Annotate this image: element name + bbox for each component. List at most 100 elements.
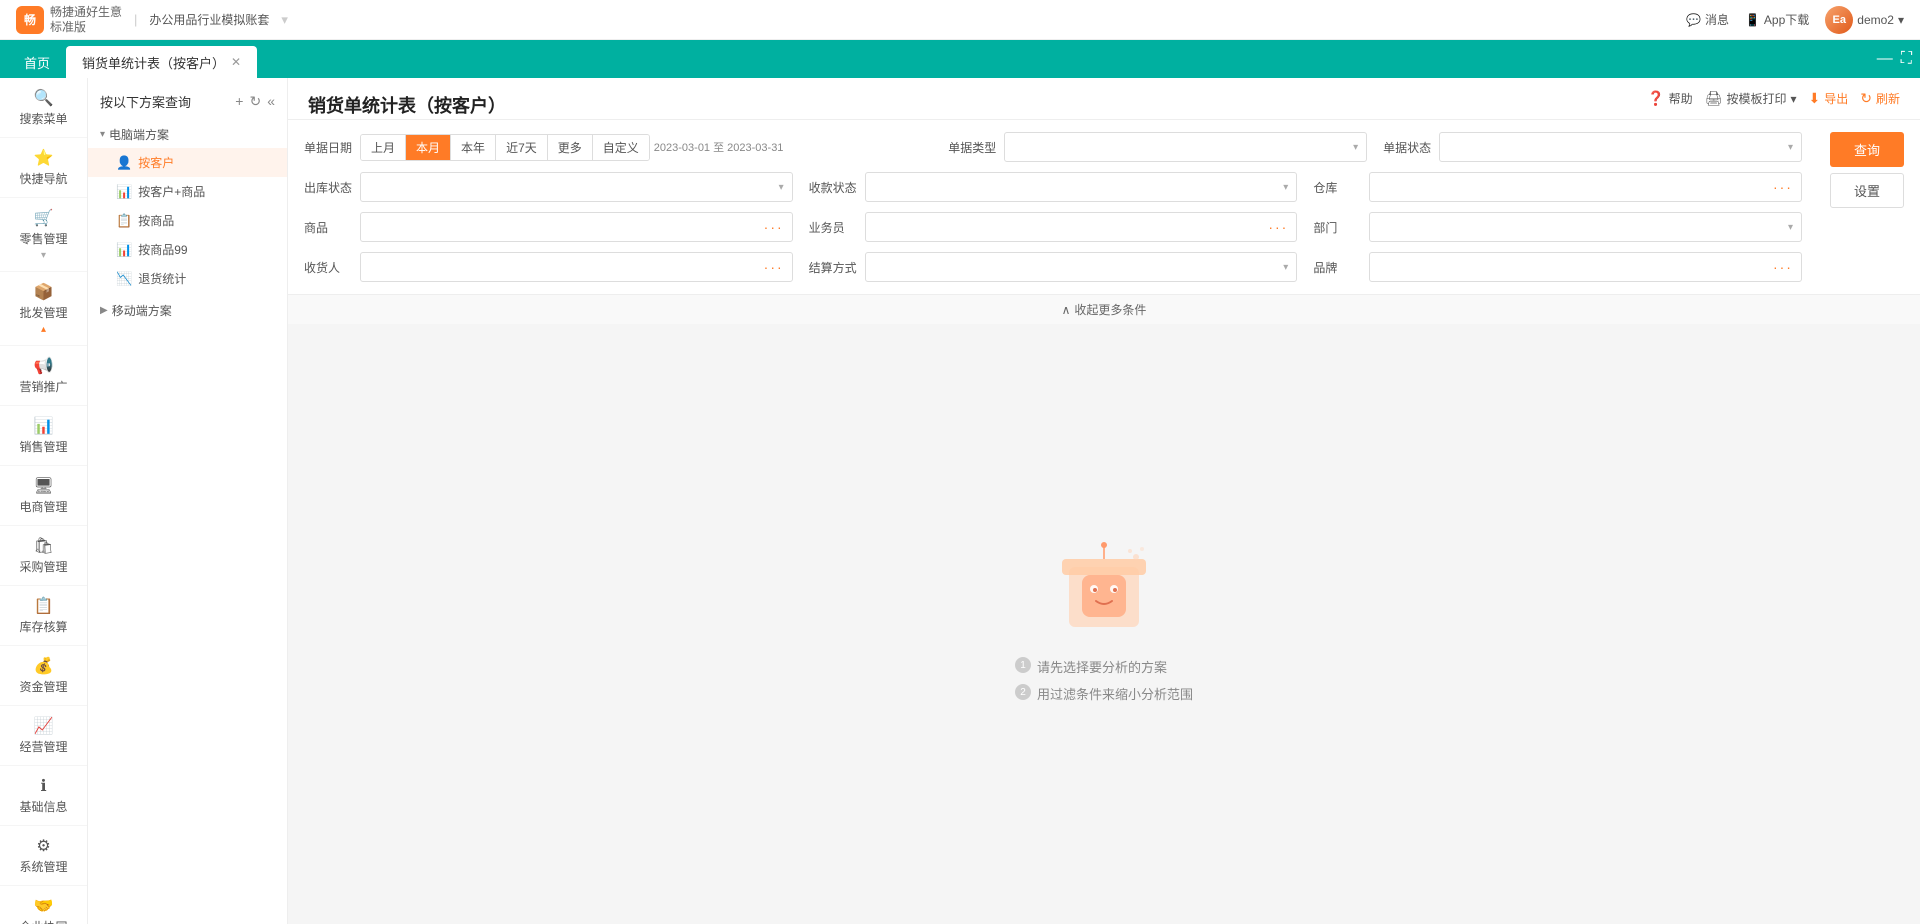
date-filter-field: 单据日期 上月 本月 本年 近7天 更多 自定义 20 [304, 134, 932, 161]
messages-btn[interactable]: 💬 消息 [1686, 11, 1729, 28]
sidebar-item-purchase[interactable]: 🛍 采购管理 [0, 526, 87, 586]
collapse-panel-btn[interactable]: « [267, 93, 275, 110]
out-status-label: 出库状态 [304, 179, 352, 196]
dept-field: 部门 ▾ [1313, 212, 1802, 242]
group-arrow-icon: ▾ [100, 129, 105, 140]
mobile-scheme-group: ▶ 移动端方案 [88, 297, 287, 324]
by-goods-label: 按商品 [138, 212, 174, 229]
mobile-group-title[interactable]: ▶ 移动端方案 [88, 297, 287, 324]
settlement-select[interactable]: ▾ [865, 252, 1298, 282]
warehouse-label: 仓库 [1313, 179, 1361, 196]
date-last-7-days-btn[interactable]: 近7天 [496, 135, 548, 160]
doc-type-select[interactable]: ▾ [1004, 132, 1367, 162]
add-scheme-btn[interactable]: + [235, 93, 243, 110]
user-profile-btn[interactable]: Ea demo2 ▾ [1825, 6, 1904, 34]
by-customer-goods-label: 按客户+商品 [138, 183, 205, 200]
dropdown-icon[interactable]: ▾ [281, 12, 288, 28]
dept-select[interactable]: ▾ [1369, 212, 1802, 242]
doc-status-select[interactable]: ▾ [1439, 132, 1802, 162]
sidebar-item-ecom[interactable]: 🖥 电商管理 [0, 466, 87, 526]
date-custom-btn[interactable]: 自定义 [593, 135, 649, 160]
sidebar: 🔍 搜索菜单 ⭐ 快捷导航 🛒 零售管理 ▾ 📦 批发管理 ▴ 📢 营销推广 📊… [0, 78, 88, 924]
desktop-group-title[interactable]: ▾ 电脑端方案 [88, 121, 287, 148]
scheme-refund[interactable]: 📉 退货统计 [88, 264, 287, 293]
scheme-by-goods-99[interactable]: 📊 按商品99 [88, 235, 287, 264]
template-print-btn[interactable]: 🖨 按模板打印 ▾ [1705, 90, 1797, 107]
sidebar-item-wholesale[interactable]: 📦 批发管理 ▴ [0, 272, 87, 346]
brand-label: 品牌 [1313, 259, 1361, 276]
sidebar-item-search-menu[interactable]: 🔍 搜索菜单 [0, 78, 87, 138]
mobile-arrow-icon: ▶ [100, 305, 108, 316]
export-btn[interactable]: ⬇ 导出 [1809, 90, 1849, 107]
logo-icon: 畅 [16, 6, 44, 34]
date-current-year-btn[interactable]: 本年 [451, 135, 496, 160]
query-btn[interactable]: 查询 [1830, 132, 1904, 167]
sidebar-item-marketing[interactable]: 📢 营销推广 [0, 346, 87, 406]
refresh-scheme-btn[interactable]: ↻ [249, 93, 261, 110]
sidebar-item-finance[interactable]: 💰 资金管理 [0, 646, 87, 706]
sidebar-item-enterprise[interactable]: 🤝 企业协同 [0, 886, 87, 924]
goods-dots-icon: ··· [764, 219, 784, 235]
refund-label: 退货统计 [138, 270, 186, 287]
sidebar-item-inventory[interactable]: 📋 库存核算 [0, 586, 87, 646]
sidebar-item-retail[interactable]: 🛒 零售管理 ▾ [0, 198, 87, 272]
payment-status-label: 收款状态 [809, 179, 857, 196]
tab-close-icon[interactable]: ✕ [231, 55, 241, 69]
receiver-field: 收货人 ··· [304, 252, 793, 282]
minimize-btn[interactable]: — [1877, 40, 1893, 78]
date-more-btn[interactable]: 更多 [548, 135, 593, 160]
page-header: 销货单统计表（按客户） ❓ 帮助 🖨 按模板打印 ▾ ⬇ 导出 ↻ 刷新 [288, 78, 1920, 120]
breadcrumb-sep: | [134, 12, 137, 27]
message-icon: 💬 [1686, 13, 1701, 27]
setting-btn[interactable]: 设置 [1830, 173, 1904, 208]
tab-home[interactable]: 首页 [8, 46, 66, 78]
by-customer-label: 按客户 [138, 154, 174, 171]
left-panel: 按以下方案查询 + ↻ « ▾ 电脑端方案 👤 按客户 📊 按客户+商品 📋 [88, 78, 288, 924]
export-icon: ⬇ [1809, 90, 1821, 107]
doc-type-label: 单据类型 [948, 139, 996, 156]
sidebar-item-sys[interactable]: ⚙ 系统管理 [0, 826, 87, 886]
payment-status-select[interactable]: ▾ [865, 172, 1298, 202]
receiver-label: 收货人 [304, 259, 352, 276]
app-download-btn[interactable]: 📱 App下载 [1745, 11, 1809, 28]
salesperson-select[interactable]: ··· [865, 212, 1298, 242]
warehouse-dots-icon: ··· [1773, 179, 1793, 195]
maximize-btn[interactable]: ⛶ [1901, 40, 1912, 78]
wholesale-icon: 📦 [4, 282, 83, 302]
by-customer-icon: 👤 [116, 155, 132, 171]
sidebar-item-basic-info[interactable]: ℹ 基础信息 [0, 766, 87, 826]
warehouse-field: 仓库 ··· [1313, 172, 1802, 202]
operations-icon: 📈 [4, 716, 83, 736]
date-label: 单据日期 [304, 139, 352, 156]
help-icon: ❓ [1647, 90, 1664, 107]
date-current-month-btn[interactable]: 本月 [406, 135, 451, 160]
scheme-by-goods[interactable]: 📋 按商品 [88, 206, 287, 235]
settlement-field: 结算方式 ▾ [809, 252, 1298, 282]
sidebar-item-operations[interactable]: 📈 经营管理 [0, 706, 87, 766]
date-last-month-btn[interactable]: 上月 [361, 135, 406, 160]
help-btn[interactable]: ❓ 帮助 [1647, 90, 1692, 107]
purchase-icon: 🛍 [4, 536, 83, 556]
warehouse-select[interactable]: ··· [1369, 172, 1802, 202]
payment-status-field: 收款状态 ▾ [809, 172, 1298, 202]
step1-num: 1 [1015, 657, 1031, 673]
dept-caret-icon: ▾ [1788, 222, 1793, 233]
refresh-btn[interactable]: ↻ 刷新 [1860, 90, 1900, 107]
empty-svg [1044, 537, 1164, 647]
scheme-by-customer[interactable]: 👤 按客户 [88, 148, 287, 177]
collapse-bar[interactable]: ∧ 收起更多条件 [288, 294, 1920, 324]
hint2-text: 用过滤条件来缩小分析范围 [1037, 684, 1193, 703]
goods-select[interactable]: ··· [360, 212, 793, 242]
tab-sales-stat[interactable]: 销货单统计表（按客户） ✕ [66, 46, 257, 78]
salesperson-dots-icon: ··· [1268, 219, 1288, 235]
brand-field: 品牌 ··· [1313, 252, 1802, 282]
ecom-icon: 🖥 [4, 476, 83, 496]
out-status-select[interactable]: ▾ [360, 172, 793, 202]
receiver-select[interactable]: ··· [360, 252, 793, 282]
salesperson-field: 业务员 ··· [809, 212, 1298, 242]
home-tab-label: 首页 [24, 53, 50, 72]
brand-select[interactable]: ··· [1369, 252, 1802, 282]
sidebar-item-sales[interactable]: 📊 销售管理 [0, 406, 87, 466]
sidebar-item-quick-nav[interactable]: ⭐ 快捷导航 [0, 138, 87, 198]
scheme-by-customer-goods[interactable]: 📊 按客户+商品 [88, 177, 287, 206]
